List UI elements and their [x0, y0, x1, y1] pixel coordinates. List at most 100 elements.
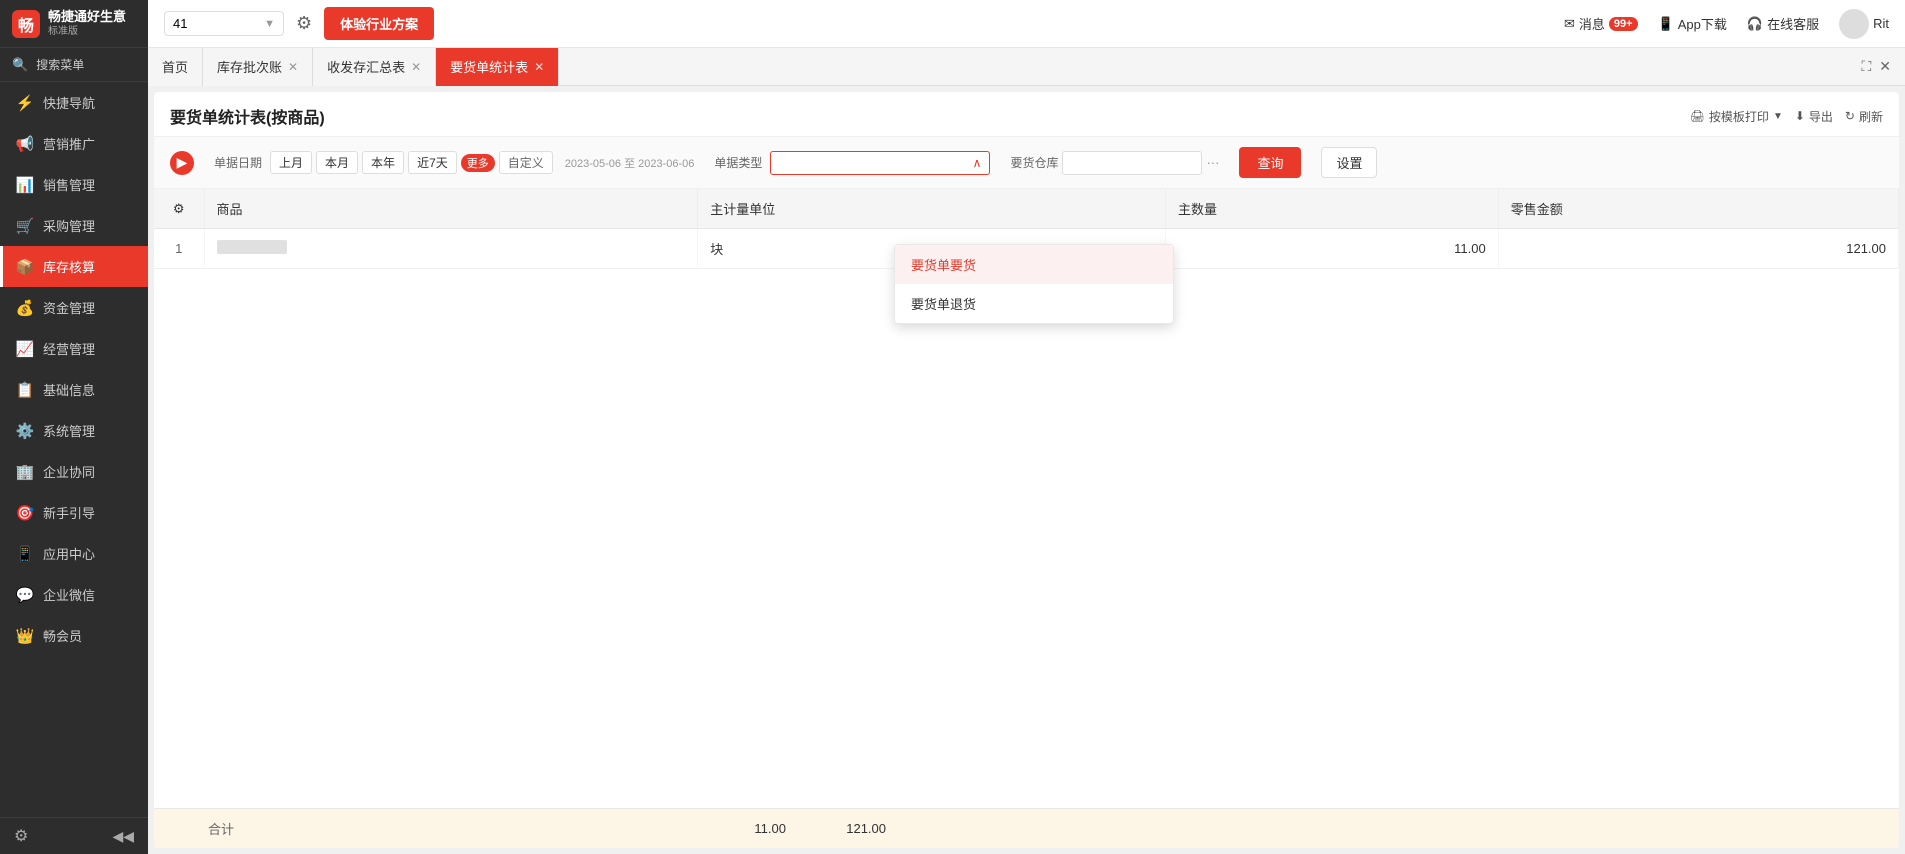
warehouse-input[interactable] — [1062, 151, 1202, 175]
table-head: ⚙ 商品 主计量单位 主数量 零售金额 — [154, 189, 1899, 229]
cell-product — [204, 229, 698, 269]
wechat-icon: 💬 — [15, 586, 35, 604]
tab-batch-close[interactable]: ✕ — [288, 60, 298, 74]
sidebar-item-marketing[interactable]: 📢 营销推广 — [0, 123, 148, 164]
nav-label: 销售管理 — [43, 175, 95, 194]
type-filter-arrow[interactable]: ∧ — [973, 156, 982, 170]
search-label: 搜索菜单 — [36, 56, 84, 73]
app-download-item[interactable]: 📱 App下载 — [1658, 14, 1727, 33]
date-btn-this-year[interactable]: 本年 — [362, 151, 404, 174]
export-btn[interactable]: ⬇ 导出 — [1795, 108, 1833, 125]
system-icon: ⚙️ — [15, 422, 35, 440]
sidebar-collapse-icon[interactable]: ◀◀ — [112, 828, 134, 845]
print-label: 按模板打印 — [1709, 108, 1769, 125]
date-more-badge[interactable]: 更多 — [461, 154, 495, 172]
message-item[interactable]: ✉ 消息 99+ — [1564, 14, 1638, 33]
nav-label: 快捷导航 — [43, 93, 95, 112]
footer-total-label: 合计 — [166, 819, 396, 838]
export-label: 导出 — [1809, 108, 1833, 125]
sidebar-item-basic[interactable]: 📋 基础信息 — [0, 369, 148, 410]
nav-label: 经营管理 — [43, 339, 95, 358]
app-center-icon: 📱 — [15, 545, 35, 563]
tab-batch-label: 库存批次账 — [217, 57, 282, 76]
page-title: 要货单统计表(按商品) — [170, 104, 325, 128]
nav-label: 应用中心 — [43, 544, 95, 563]
sidebar-item-guide[interactable]: 🎯 新手引导 — [0, 492, 148, 533]
date-filter-group: 单据日期 上月 本月 本年 近7天 更多 自定义 2023-05-06 至 20… — [214, 151, 694, 174]
close-window-icon[interactable]: ✕ — [1875, 54, 1895, 79]
page-header: 要货单统计表(按商品) 🖨 按模板打印 ▼ ⬇ 导出 ↻ 刷新 — [154, 92, 1899, 137]
sidebar-item-operations[interactable]: 📈 经营管理 — [0, 328, 148, 369]
logo-title: 畅捷通好生意 — [48, 9, 126, 26]
tab-summary-close[interactable]: ✕ — [411, 60, 421, 74]
topbar-settings-icon[interactable]: ⚙ — [296, 13, 312, 34]
online-service-icon: 🎧 — [1747, 16, 1763, 32]
main-content: 41 ▼ ⚙ 体验行业方案 ✉ 消息 99+ 📱 App下载 🎧 在线客服 R — [148, 0, 1905, 854]
company-value: 41 — [173, 16, 187, 31]
nav-label: 新手引导 — [43, 503, 95, 522]
sidebar-item-purchase[interactable]: 🛒 采购管理 — [0, 205, 148, 246]
refresh-btn[interactable]: ↻ 刷新 — [1845, 108, 1883, 125]
filter-expand-btn[interactable]: ▶ — [170, 151, 194, 175]
user-item[interactable]: Rit — [1839, 9, 1889, 39]
sidebar-search[interactable]: 🔍 搜索菜单 — [0, 48, 148, 82]
th-amount: 零售金额 — [1498, 189, 1898, 229]
date-btn-7days[interactable]: 近7天 — [408, 151, 457, 174]
type-filter-input[interactable]: ∧ — [770, 151, 990, 175]
date-filter-label: 单据日期 — [214, 154, 262, 171]
sidebar-item-inventory[interactable]: 📦 库存核算 — [0, 246, 148, 287]
dropdown-item-requisition-order[interactable]: 要货单要货 — [895, 245, 1173, 284]
tab-requisition[interactable]: 要货单统计表 ✕ — [436, 48, 559, 86]
tab-home-label: 首页 — [162, 57, 188, 76]
settings-button[interactable]: 设置 — [1321, 147, 1377, 178]
nav-label: 库存核算 — [43, 257, 95, 276]
sidebar-item-app-center[interactable]: 📱 应用中心 — [0, 533, 148, 574]
sidebar-nav: ⚡ 快捷导航 📢 营销推广 📊 销售管理 🛒 采购管理 📦 库存核算 💰 资金管… — [0, 82, 148, 817]
query-button[interactable]: 查询 — [1239, 147, 1301, 178]
sidebar-item-sales[interactable]: 📊 销售管理 — [0, 164, 148, 205]
sidebar-settings-icon[interactable]: ⚙ — [14, 826, 28, 846]
sidebar-item-quick-nav[interactable]: ⚡ 快捷导航 — [0, 82, 148, 123]
member-icon: 👑 — [15, 627, 35, 645]
nav-label: 系统管理 — [43, 421, 95, 440]
purchase-icon: 🛒 — [15, 217, 35, 235]
nav-label: 基础信息 — [43, 380, 95, 399]
sidebar-item-wechat[interactable]: 💬 企业微信 — [0, 574, 148, 615]
maximize-icon[interactable]: ⛶ — [1857, 54, 1875, 79]
sidebar-item-finance[interactable]: 💰 资金管理 — [0, 287, 148, 328]
type-filter-label: 单据类型 — [714, 154, 762, 171]
sidebar-bottom: ⚙ ◀◀ — [0, 817, 148, 854]
avatar — [1839, 9, 1869, 39]
online-service-item[interactable]: 🎧 在线客服 — [1747, 14, 1819, 33]
company-select[interactable]: 41 ▼ — [164, 11, 284, 36]
sidebar-item-system[interactable]: ⚙️ 系统管理 — [0, 410, 148, 451]
guide-icon: 🎯 — [15, 504, 35, 522]
refresh-label: 刷新 — [1859, 108, 1883, 125]
warehouse-filter-group: 要货仓库 ··· — [1010, 151, 1219, 175]
tab-summary[interactable]: 收发存汇总表 ✕ — [313, 48, 436, 86]
th-settings[interactable]: ⚙ — [154, 189, 204, 229]
date-btn-this-month[interactable]: 本月 — [316, 151, 358, 174]
footer-amount: 121.00 — [786, 821, 886, 836]
nav-label: 畅会员 — [43, 626, 82, 645]
th-unit: 主计量单位 — [698, 189, 1166, 229]
quick-nav-icon: ⚡ — [15, 94, 35, 112]
online-service-label: 在线客服 — [1767, 14, 1819, 33]
search-icon: 🔍 — [12, 57, 28, 73]
tab-requisition-close[interactable]: ✕ — [534, 60, 544, 74]
trial-button[interactable]: 体验行业方案 — [324, 7, 434, 40]
tab-batch[interactable]: 库存批次账 ✕ — [203, 48, 313, 86]
date-btn-prev-month[interactable]: 上月 — [270, 151, 312, 174]
sidebar-item-member[interactable]: 👑 畅会员 — [0, 615, 148, 656]
finance-icon: 💰 — [15, 299, 35, 317]
date-custom-btn[interactable]: 自定义 — [499, 151, 553, 174]
nav-label: 营销推广 — [43, 134, 95, 153]
dropdown-item-requisition-return[interactable]: 要货单退货 — [895, 284, 1173, 323]
sidebar-item-enterprise[interactable]: 🏢 企业协同 — [0, 451, 148, 492]
tab-home[interactable]: 首页 — [148, 48, 203, 86]
basic-icon: 📋 — [15, 381, 35, 399]
user-name: Rit — [1873, 16, 1889, 31]
warehouse-more-icon[interactable]: ··· — [1206, 155, 1219, 170]
message-label: 消息 — [1579, 14, 1605, 33]
print-btn[interactable]: 🖨 按模板打印 ▼ — [1690, 108, 1783, 125]
